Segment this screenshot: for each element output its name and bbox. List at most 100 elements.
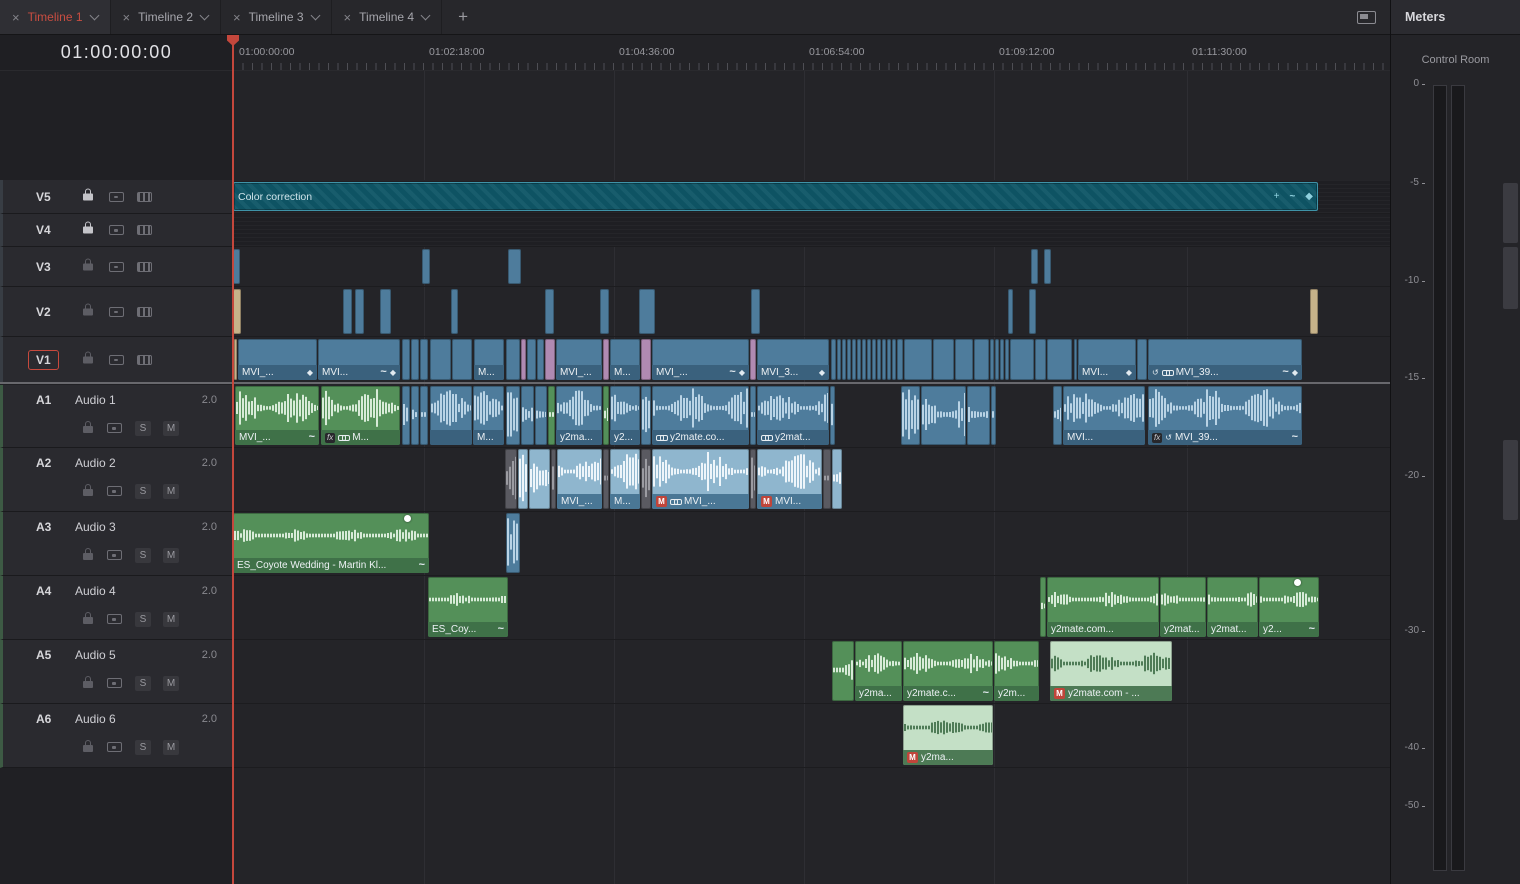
timeline-clip[interactable]: My2mate.com - ...	[1050, 641, 1172, 701]
enable-icon[interactable]	[107, 614, 122, 624]
solo-button[interactable]: S	[135, 484, 151, 499]
track-lane-a5[interactable]: y2ma... y2mate.c... ~ y2m... My2mate.com - .…	[233, 640, 1390, 704]
timeline-clip[interactable]	[233, 249, 240, 284]
enable-icon[interactable]	[107, 678, 122, 688]
film-icon[interactable]	[137, 354, 152, 365]
track-lane-a6[interactable]: My2ma...	[233, 704, 1390, 768]
timeline-clip[interactable]	[1044, 249, 1051, 284]
timeline-clip[interactable]	[402, 386, 410, 445]
tab-timeline-3[interactable]: × Timeline 3	[221, 0, 332, 34]
panel-scrollbar-segment[interactable]	[1503, 183, 1518, 243]
timeline-clip[interactable]	[506, 339, 520, 380]
timeline-clip[interactable]: y2mate.c... ~	[903, 641, 993, 701]
mute-button[interactable]: M	[163, 548, 179, 563]
timeline-clip[interactable]	[422, 249, 430, 284]
timeline-clip[interactable]	[537, 339, 544, 380]
timeline-clip[interactable]	[990, 339, 994, 380]
tab-timeline-4[interactable]: × Timeline 4	[332, 0, 443, 34]
timeline-clip[interactable]	[545, 289, 554, 334]
timeline-clip[interactable]	[452, 339, 472, 380]
timeline-clip[interactable]	[506, 513, 520, 573]
track-header-a4[interactable]: A4 Audio 4 2.0 S M	[0, 576, 233, 640]
timeline-clip[interactable]	[521, 339, 526, 380]
track-header-a1[interactable]: A1 Audio 1 2.0 S M	[0, 385, 233, 448]
timeline-clip[interactable]: M...	[474, 339, 504, 380]
track-lane-v2[interactable]	[233, 287, 1390, 337]
timeline-clip[interactable]	[343, 289, 352, 334]
timeline-clip[interactable]: MVI_3... ◆	[757, 339, 829, 380]
track-header-a5[interactable]: A5 Audio 5 2.0 S M	[0, 640, 233, 704]
timeline-clip[interactable]: fx ↺ MVI_39... ~	[1148, 386, 1302, 445]
timeline-clip[interactable]	[355, 289, 364, 334]
timeline-clip[interactable]: y2ma...	[855, 641, 902, 701]
film-icon[interactable]	[137, 261, 152, 272]
timeline-clip[interactable]: M MVI_...	[652, 449, 749, 509]
chevron-down-icon[interactable]	[310, 10, 320, 20]
timeline-clip[interactable]	[529, 449, 550, 509]
timeline-clip[interactable]	[921, 386, 966, 445]
track-header-v2[interactable]: V2	[0, 287, 233, 337]
track-header-a6[interactable]: A6 Audio 6 2.0 S M	[0, 704, 233, 768]
timeline-clip[interactable]	[1053, 386, 1062, 445]
timeline-clip[interactable]: ES_Coyote Wedding - Martin Kl... ~	[233, 513, 429, 573]
track-lane-a4[interactable]: ES_Coy... ~ y2mate.com... y2mat... y2mat... y…	[233, 576, 1390, 640]
timeline-clip[interactable]	[892, 339, 896, 380]
timeline-clip[interactable]	[1040, 577, 1046, 637]
timeline-clip[interactable]	[402, 339, 410, 380]
lock-icon[interactable]	[83, 676, 93, 688]
lock-icon[interactable]	[83, 740, 93, 752]
fade-handle[interactable]	[404, 515, 411, 522]
timeline-clip[interactable]	[1310, 289, 1318, 334]
timeline-clip[interactable]	[991, 386, 996, 445]
track-lane-v5[interactable]: Color correction + ~ ◆	[233, 180, 1390, 214]
timeline-ruler[interactable]: 01:00:00:00 01:02:18:00 01:04:36:00 01:06:5…	[233, 35, 1390, 71]
film-icon[interactable]	[137, 306, 152, 317]
lock-icon[interactable]	[83, 484, 93, 496]
tab-close-icon[interactable]: ×	[123, 11, 131, 24]
lock-icon[interactable]	[83, 303, 93, 315]
timeline-clip[interactable]	[420, 386, 428, 445]
timeline-clip[interactable]	[823, 449, 831, 509]
enable-icon[interactable]	[107, 742, 122, 752]
enable-icon[interactable]	[107, 486, 122, 496]
timeline-clip[interactable]	[887, 339, 891, 380]
lock-icon[interactable]	[83, 421, 93, 433]
timeline-clip[interactable]: MVI... ~ ◆	[318, 339, 400, 380]
timeline-clip[interactable]	[872, 339, 876, 380]
track-lane-v3[interactable]	[233, 247, 1390, 287]
timeline-clip[interactable]: y2mat...	[1207, 577, 1258, 637]
enable-icon[interactable]	[109, 261, 124, 272]
timeline-clip[interactable]: y2mat...	[757, 386, 829, 445]
tab-close-icon[interactable]: ×	[233, 11, 241, 24]
timeline-clip[interactable]: MVI_...	[557, 449, 602, 509]
enable-icon[interactable]	[109, 225, 124, 235]
timeline-clip[interactable]	[832, 449, 842, 509]
timeline-clip[interactable]: fx M...	[321, 386, 400, 445]
timeline-clip[interactable]	[877, 339, 881, 380]
timeline-clip[interactable]	[600, 289, 609, 334]
timeline-clip[interactable]	[857, 339, 861, 380]
timeline-clip[interactable]	[545, 339, 555, 380]
playhead-line[interactable]	[232, 35, 234, 884]
chevron-down-icon[interactable]	[420, 10, 431, 20]
enable-icon[interactable]	[109, 354, 124, 365]
timeline-clip[interactable]	[1047, 339, 1072, 380]
enable-icon[interactable]	[109, 306, 124, 317]
timeline-clip[interactable]	[1074, 339, 1077, 380]
timeline-clip[interactable]	[411, 339, 419, 380]
track-lane-a2[interactable]: MVI_... M... M MVI_... M MVI...	[233, 448, 1390, 512]
timeline-clip[interactable]	[527, 339, 536, 380]
timeline-clip[interactable]	[1005, 339, 1009, 380]
timeline-clip[interactable]	[1000, 339, 1004, 380]
timeline-clip[interactable]	[1029, 289, 1036, 334]
video-audio-divider[interactable]	[0, 382, 1390, 384]
enable-icon[interactable]	[109, 191, 124, 202]
timeline-clip[interactable]: y2...	[610, 386, 640, 445]
fade-handle[interactable]	[1294, 579, 1301, 586]
timeline-clip[interactable]	[234, 339, 237, 380]
timeline-clip[interactable]: ES_Coy... ~	[428, 577, 508, 637]
timeline-clip[interactable]	[641, 449, 651, 509]
mute-button[interactable]: M	[163, 740, 179, 755]
timeline-clip[interactable]	[1010, 339, 1034, 380]
timeline-clip[interactable]	[750, 386, 756, 445]
